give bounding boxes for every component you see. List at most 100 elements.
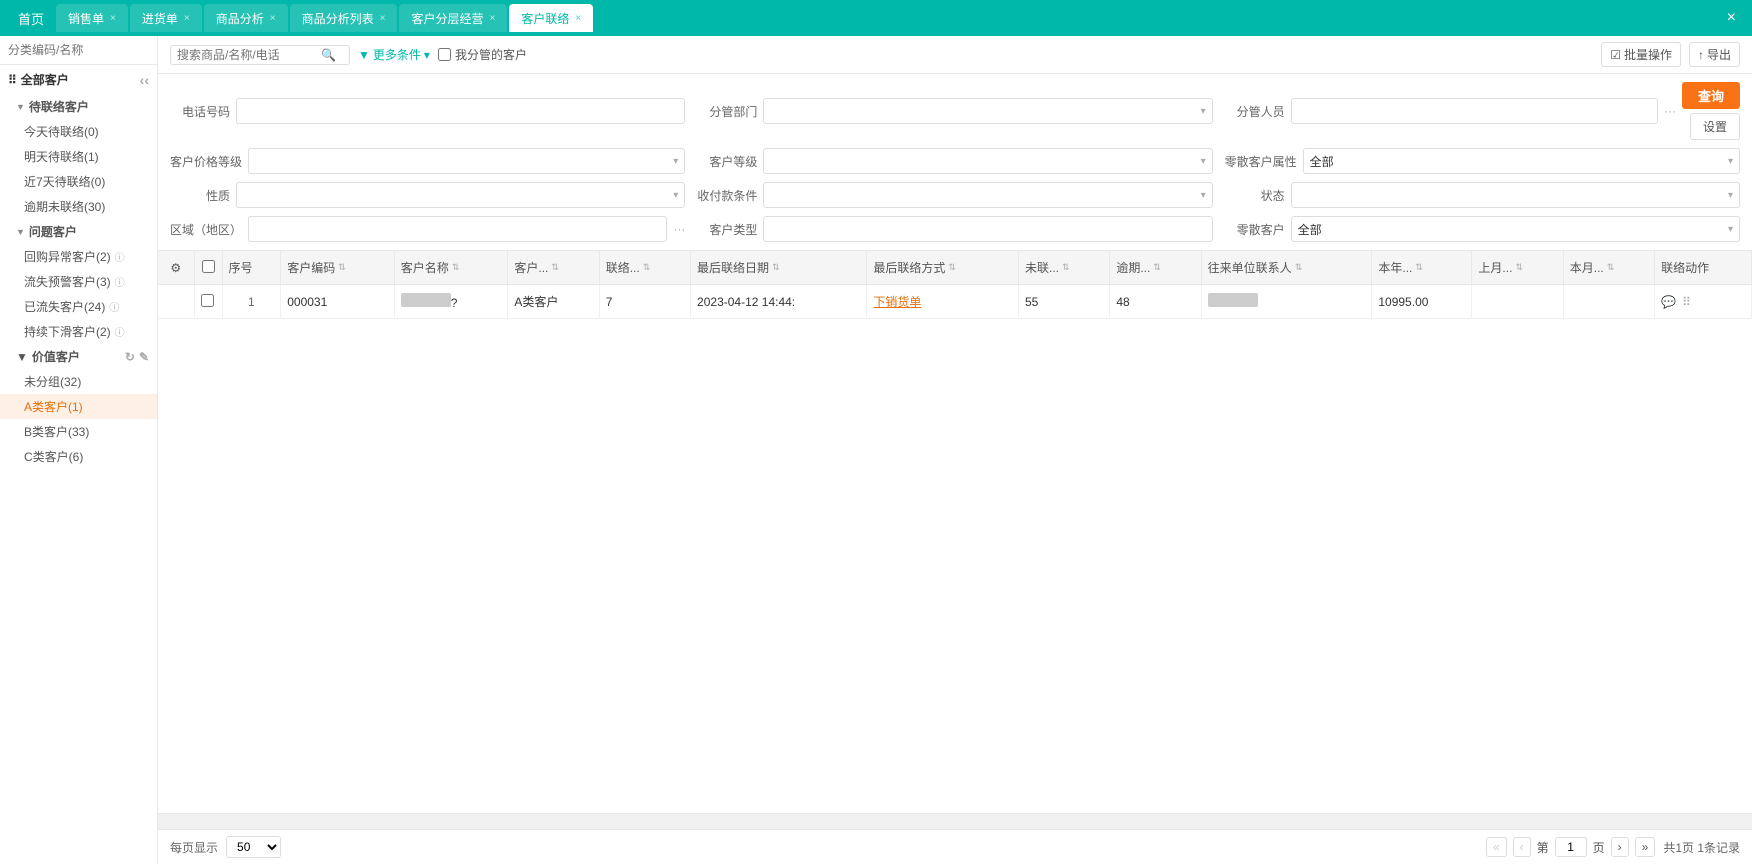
nature-dropdown[interactable]: ▾	[236, 182, 685, 208]
select-all-checkbox[interactable]	[202, 260, 215, 273]
nav-tab-customer-mgmt-close[interactable]: ×	[489, 13, 495, 24]
sidebar-item-warning-label: 流失预警客户(3)	[24, 273, 111, 290]
nav-tab-customer-contact[interactable]: 客户联络 ×	[509, 4, 593, 32]
customer-level-dropdown[interactable]: ▾	[763, 148, 1212, 174]
page-label: 第	[1537, 839, 1549, 856]
region-input[interactable]	[248, 216, 667, 242]
main-layout: 🔍 ⠿ 全部客户 ‹‹ ▼ 待联络客户 今天待联络(0) 明天待联络(1) 近7…	[0, 36, 1752, 864]
nav-tab-sales-label: 销售单	[68, 10, 104, 27]
filter-row-retail-attr: 零散客户属性 全部▾	[1225, 148, 1740, 174]
phone-input[interactable]	[236, 98, 685, 124]
retail-attr-dropdown[interactable]: 全部▾	[1303, 148, 1740, 174]
payment-dropdown[interactable]: ▾	[763, 182, 1212, 208]
nature-label: 性质	[170, 187, 230, 204]
nav-tab-analysis-list[interactable]: 商品分析列表 ×	[290, 4, 398, 32]
sidebar-item-overdue[interactable]: 逾期未联络(30)	[0, 194, 157, 219]
action-icons: 💬 ⠿	[1661, 295, 1745, 309]
sidebar: 🔍 ⠿ 全部客户 ‹‹ ▼ 待联络客户 今天待联络(0) 明天待联络(1) 近7…	[0, 36, 158, 864]
blurred-person	[1208, 293, 1258, 307]
nav-tab-analysis[interactable]: 商品分析 ×	[204, 4, 288, 32]
sort-icon-type: ⇅	[551, 262, 559, 273]
filter-row-region: 区域（地区） ···	[170, 216, 685, 242]
status-dropdown[interactable]: ▾	[1291, 182, 1740, 208]
sidebar-item-declining[interactable]: 持续下滑客户(2) ⓘ	[0, 319, 157, 344]
sidebar-pending-group: ▼ 待联络客户	[0, 94, 157, 119]
nav-tab-customer-contact-close[interactable]: ×	[575, 13, 581, 24]
row-checkbox[interactable]	[201, 294, 214, 307]
price-level-dropdown[interactable]: ▾	[248, 148, 685, 174]
per-page-select[interactable]: 50 100 200	[226, 836, 281, 858]
nav-home[interactable]: 首页	[8, 9, 54, 28]
export-button[interactable]: ↑ 导出	[1689, 42, 1740, 67]
th-this-month: 本月...⇅	[1563, 251, 1654, 285]
settings-button[interactable]: 设置	[1690, 113, 1740, 140]
region-more-btn[interactable]: ···	[673, 222, 685, 236]
person-input[interactable]	[1291, 98, 1658, 124]
sidebar-item-tomorrow[interactable]: 明天待联络(1)	[0, 144, 157, 169]
nav-tab-analysis-list-close[interactable]: ×	[380, 13, 386, 24]
customer-type-input[interactable]	[763, 216, 1212, 242]
prev-page-btn[interactable]: ‹	[1513, 837, 1531, 857]
td-num: 1	[222, 285, 281, 319]
sort-icon-year: ⇅	[1415, 262, 1423, 273]
batch-ops-button[interactable]: ☑ 批量操作	[1601, 42, 1681, 67]
status-label: 状态	[1225, 187, 1285, 204]
sidebar-collapse-icon[interactable]: ‹‹	[140, 72, 149, 88]
sidebar-item-c-class[interactable]: C类客户(6)	[0, 444, 157, 469]
grid-action-icon[interactable]: ⠿	[1682, 295, 1691, 309]
td-checkbox	[194, 285, 222, 319]
nav-tab-customer-contact-label: 客户联络	[521, 10, 569, 27]
phone-label: 电话号码	[170, 103, 230, 120]
td-contact-person	[1201, 285, 1372, 319]
nav-tab-customer-mgmt[interactable]: 客户分层经营 ×	[399, 4, 507, 32]
sidebar-search-input[interactable]	[8, 43, 158, 57]
dept-dropdown[interactable]: ▾	[763, 98, 1212, 124]
pending-group-label: 待联络客户	[29, 98, 89, 115]
last-page-btn[interactable]: »	[1635, 837, 1656, 857]
next-page-btn[interactable]: ›	[1611, 837, 1629, 857]
sidebar-item-ungrouped[interactable]: 未分组(32)	[0, 369, 157, 394]
horizontal-scrollbar[interactable]	[158, 813, 1752, 829]
sidebar-item-7days[interactable]: 近7天待联络(0)	[0, 169, 157, 194]
customer-table: ⚙ 序号 客户编码⇅ 客户名称⇅ 客户...⇅	[158, 251, 1752, 319]
my-customers-checkbox[interactable]: 我分管的客户	[438, 46, 527, 63]
last-method-link[interactable]: 下销货单	[873, 295, 921, 309]
edit-icon[interactable]: ✎	[139, 350, 149, 364]
person-more-btn[interactable]: ···	[1664, 104, 1676, 118]
sidebar-item-a-class[interactable]: A类客户(1)	[0, 394, 157, 419]
th-code: 客户编码⇅	[281, 251, 395, 285]
info-icon-4: ⓘ	[115, 324, 125, 339]
nav-tab-sales-close[interactable]: ×	[110, 13, 116, 24]
table-row: 1 000031 ? A类客户 7 2023-04-12 14:44: 下销货单…	[158, 285, 1752, 319]
sidebar-item-abnormal-label: 回购异常客户(2)	[24, 248, 111, 265]
page-number-input[interactable]	[1555, 837, 1587, 857]
td-code: 000031	[281, 285, 395, 319]
sidebar-item-today[interactable]: 今天待联络(0)	[0, 119, 157, 144]
gear-icon[interactable]: ⚙	[170, 261, 181, 275]
my-customers-input[interactable]	[438, 48, 451, 61]
sidebar-item-warning[interactable]: 流失预警客户(3) ⓘ	[0, 269, 157, 294]
chat-icon[interactable]: 💬	[1661, 295, 1676, 309]
triangle-down-icon-2: ▼	[16, 227, 25, 237]
info-icon-2: ⓘ	[115, 274, 125, 289]
sidebar-item-b-class[interactable]: B类客户(33)	[0, 419, 157, 444]
sidebar-item-overdue-label: 逾期未联络(30)	[24, 198, 105, 215]
window-close-button[interactable]: ×	[1719, 9, 1744, 27]
nav-tab-purchase[interactable]: 进货单 ×	[130, 4, 202, 32]
filter-row-payment: 收付款条件 ▾	[697, 182, 1212, 208]
sidebar-item-lost[interactable]: 已流失客户(24) ⓘ	[0, 294, 157, 319]
first-page-btn[interactable]: «	[1486, 837, 1507, 857]
nav-tab-analysis-close[interactable]: ×	[270, 13, 276, 24]
nav-tab-purchase-close[interactable]: ×	[184, 13, 190, 24]
filter-more-btn[interactable]: ▼ 更多条件 ▾	[358, 46, 430, 63]
refresh-icon[interactable]: ↻	[125, 350, 135, 364]
th-no-contact: 未联...⇅	[1018, 251, 1109, 285]
sidebar-all-customers[interactable]: ⠿ 全部客户 ‹‹	[0, 65, 157, 94]
dept-label: 分管部门	[697, 103, 757, 120]
filter-search-input[interactable]	[177, 48, 317, 62]
sidebar-item-abnormal[interactable]: 回购异常客户(2) ⓘ	[0, 244, 157, 269]
nav-tab-sales[interactable]: 销售单 ×	[56, 4, 128, 32]
retail-dropdown[interactable]: 全部▾	[1291, 216, 1740, 242]
triangle-down-icon-3: ▼	[16, 350, 28, 364]
query-button[interactable]: 查询	[1682, 82, 1740, 109]
